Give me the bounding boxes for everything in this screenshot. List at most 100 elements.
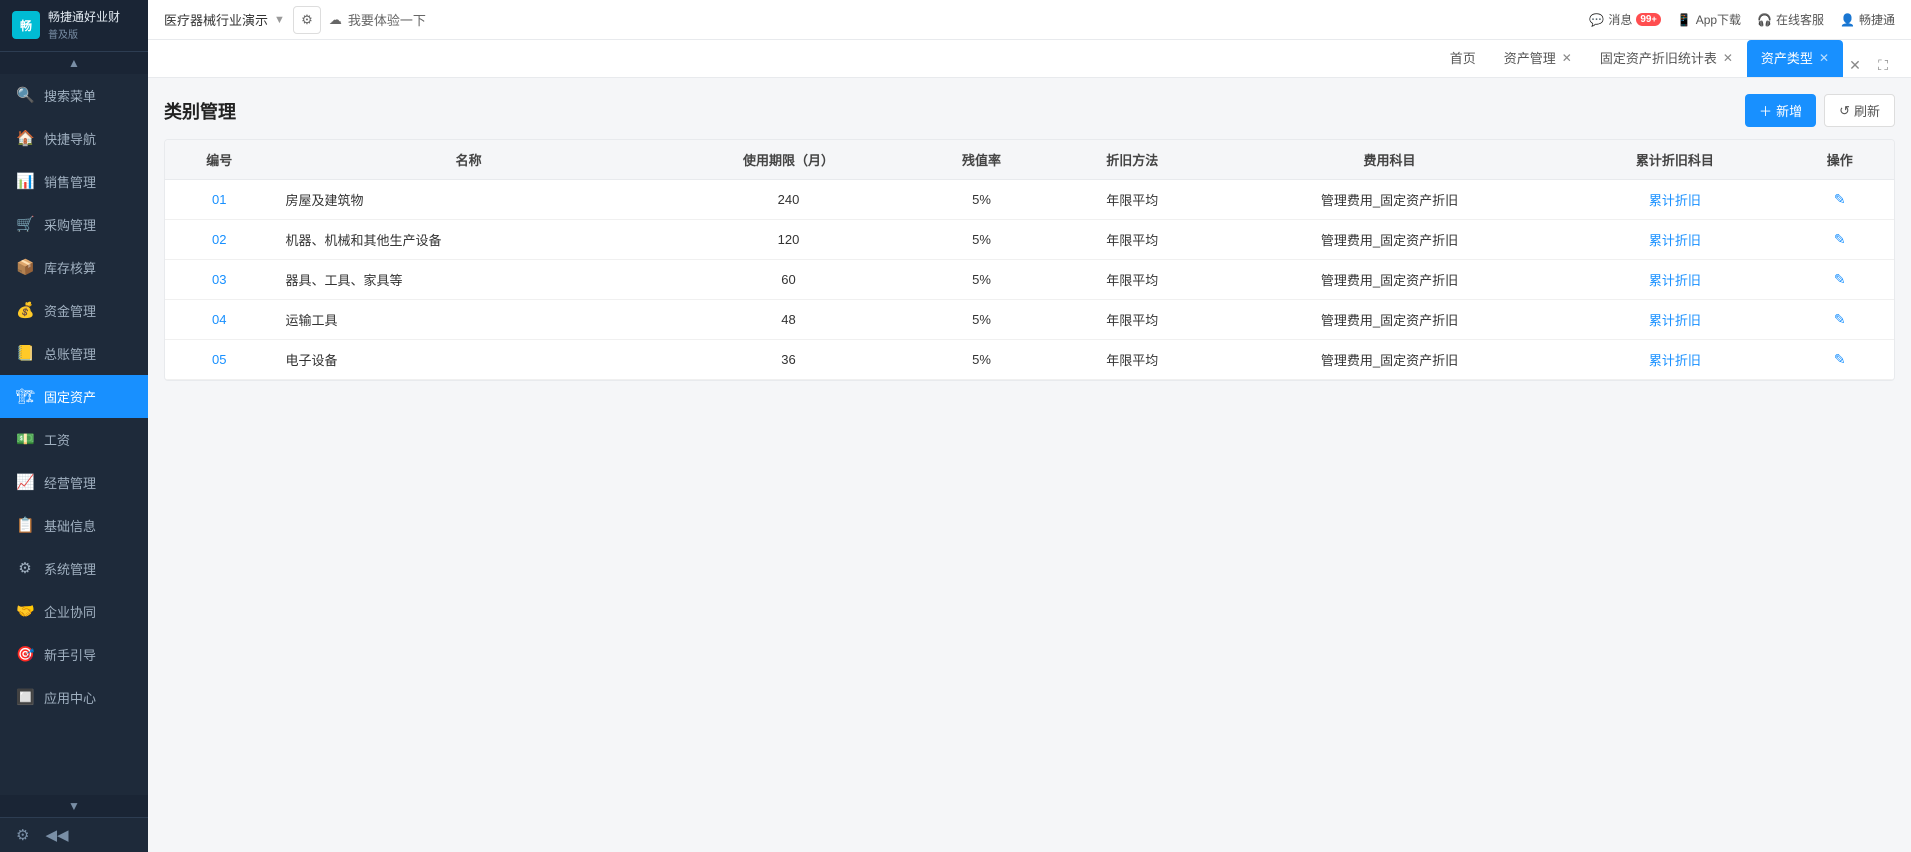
tab-close-asset-manage[interactable]: ✕ <box>1562 51 1572 65</box>
cell-months: 240 <box>664 180 913 220</box>
cell-accum[interactable]: 累计折旧 <box>1564 300 1785 340</box>
sidebar-item-search[interactable]: 🔍 搜索菜单 <box>0 74 148 117</box>
close-button[interactable]: ✕ <box>1843 53 1867 77</box>
sidebar-item-guide[interactable]: 🎯 新手引导 <box>0 633 148 676</box>
sidebar-footer: ⚙ ◀◀ <box>0 817 148 852</box>
nav-label-quicknav: 快捷导航 <box>44 129 96 148</box>
sidebar-item-ledger[interactable]: 📒 总账管理 <box>0 332 148 375</box>
headset-icon: 🎧 <box>1757 13 1772 27</box>
topbar: 医疗器械行业演示 ▼ ⚙ ☁ 我要体验一下 💬 消息 99+ 📱 App下载 <box>148 0 1911 40</box>
sidebar-item-operations[interactable]: 📈 经营管理 <box>0 461 148 504</box>
tab-label-asset-manage: 资产管理 <box>1504 48 1556 67</box>
cell-name: 机器、机械和其他生产设备 <box>273 220 663 260</box>
cell-accum[interactable]: 累计折旧 <box>1564 180 1785 220</box>
sidebar-item-enterprise[interactable]: 🤝 企业协同 <box>0 590 148 633</box>
nav-label-inventory: 库存核算 <box>44 258 96 277</box>
cell-name: 电子设备 <box>273 340 663 380</box>
cell-method: 年限平均 <box>1050 300 1215 340</box>
cell-method: 年限平均 <box>1050 260 1215 300</box>
sidebar-item-fixed-assets[interactable]: 🏗 固定资产 <box>0 375 148 418</box>
cell-id[interactable]: 05 <box>165 340 273 380</box>
table-row: 02机器、机械和其他生产设备1205%年限平均管理费用_固定资产折旧累计折旧✎ <box>165 220 1894 260</box>
cell-id[interactable]: 03 <box>165 260 273 300</box>
cell-edit[interactable]: ✎ <box>1785 260 1894 300</box>
cell-name: 房屋及建筑物 <box>273 180 663 220</box>
app-logo: 畅 <box>12 11 40 39</box>
page-title: 类别管理 <box>164 98 236 124</box>
cell-edit[interactable]: ✎ <box>1785 300 1894 340</box>
sidebar-item-sales[interactable]: 📊 销售管理 <box>0 160 148 203</box>
user-button[interactable]: 👤 畅捷通 <box>1840 11 1895 28</box>
cloud-icon: ☁ <box>329 12 342 28</box>
tab-label-asset-type: 资产类型 <box>1761 48 1813 67</box>
cell-id[interactable]: 01 <box>165 180 273 220</box>
sidebar-item-system[interactable]: ⚙ 系统管理 <box>0 547 148 590</box>
cell-accum[interactable]: 累计折旧 <box>1564 260 1785 300</box>
tab-asset-manage[interactable]: 资产管理 ✕ <box>1490 40 1586 77</box>
cell-edit[interactable]: ✎ <box>1785 220 1894 260</box>
cell-expense: 管理费用_固定资产折旧 <box>1215 180 1565 220</box>
tabs-bar: 首页资产管理 ✕ 固定资产折旧统计表 ✕ 资产类型 ✕ ✕ ⛶ <box>148 40 1911 78</box>
add-icon: ＋ <box>1759 101 1772 120</box>
cell-id[interactable]: 04 <box>165 300 273 340</box>
cell-edit[interactable]: ✎ <box>1785 180 1894 220</box>
settings-gear-button[interactable]: ⚙ <box>293 6 321 34</box>
scroll-down-button[interactable]: ▼ <box>0 795 148 817</box>
settings-footer-icon[interactable]: ⚙ <box>16 826 29 844</box>
messages-button[interactable]: 💬 消息 99+ <box>1589 11 1660 28</box>
table-header-cell: 名称 <box>273 140 663 180</box>
data-table: 编号名称使用期限（月）残值率折旧方法费用科目累计折旧科目操作 01房屋及建筑物2… <box>165 140 1894 380</box>
app-download-label: App下载 <box>1696 11 1741 28</box>
app-download-button[interactable]: 📱 App下载 <box>1677 11 1741 28</box>
cell-accum[interactable]: 累计折旧 <box>1564 220 1785 260</box>
table-row: 05电子设备365%年限平均管理费用_固定资产折旧累计折旧✎ <box>165 340 1894 380</box>
tab-home[interactable]: 首页 <box>1436 40 1490 77</box>
page-actions: ＋ 新增 ↺ 刷新 <box>1745 94 1895 127</box>
scroll-up-button[interactable]: ▲ <box>0 52 148 74</box>
app-edition: 普及版 <box>48 26 120 41</box>
nav-label-operations: 经营管理 <box>44 473 96 492</box>
tab-close-asset-type[interactable]: ✕ <box>1819 51 1829 65</box>
topbar-right: 💬 消息 99+ 📱 App下载 🎧 在线客服 👤 畅捷通 <box>1589 11 1895 28</box>
cell-expense: 管理费用_固定资产折旧 <box>1215 340 1565 380</box>
maximize-button[interactable]: ⛶ <box>1871 53 1895 77</box>
table-row: 01房屋及建筑物2405%年限平均管理费用_固定资产折旧累计折旧✎ <box>165 180 1894 220</box>
sidebar-item-salary[interactable]: 💵 工资 <box>0 418 148 461</box>
sidebar-item-purchase[interactable]: 🛒 采购管理 <box>0 203 148 246</box>
sidebar-item-inventory[interactable]: 📦 库存核算 <box>0 246 148 289</box>
sidebar-item-capital[interactable]: 💰 资金管理 <box>0 289 148 332</box>
nav-icon-operations: 📈 <box>16 473 34 491</box>
demo-label: 医疗器械行业演示 <box>164 10 268 29</box>
tab-asset-type[interactable]: 资产类型 ✕ <box>1747 40 1843 77</box>
table-body: 01房屋及建筑物2405%年限平均管理费用_固定资产折旧累计折旧✎02机器、机械… <box>165 180 1894 380</box>
online-service-button[interactable]: 🎧 在线客服 <box>1757 11 1824 28</box>
cell-id[interactable]: 02 <box>165 220 273 260</box>
tab-depreciation-table[interactable]: 固定资产折旧统计表 ✕ <box>1586 40 1747 77</box>
collapse-footer-icon[interactable]: ◀◀ <box>45 826 68 844</box>
add-button[interactable]: ＋ 新增 <box>1745 94 1816 127</box>
sidebar-item-basic-info[interactable]: 📋 基础信息 <box>0 504 148 547</box>
refresh-button[interactable]: ↺ 刷新 <box>1824 94 1895 127</box>
tab-close-depreciation-table[interactable]: ✕ <box>1723 51 1733 65</box>
sidebar-item-quicknav[interactable]: 🏠 快捷导航 <box>0 117 148 160</box>
content-area: 类别管理 ＋ 新增 ↺ 刷新 编号名称使用期限（月）残值率折旧方法费用科目累计折… <box>148 78 1911 852</box>
nav-icon-search: 🔍 <box>16 86 34 104</box>
nav-icon-system: ⚙ <box>16 559 34 577</box>
tab-label-depreciation-table: 固定资产折旧统计表 <box>1600 48 1717 67</box>
cell-residual: 5% <box>913 260 1050 300</box>
cell-edit[interactable]: ✎ <box>1785 340 1894 380</box>
demo-selector[interactable]: 医疗器械行业演示 ▼ <box>164 10 285 29</box>
table-header-cell: 使用期限（月） <box>664 140 913 180</box>
nav-label-fixed-assets: 固定资产 <box>44 387 96 406</box>
cell-expense: 管理费用_固定资产折旧 <box>1215 300 1565 340</box>
data-table-wrap: 编号名称使用期限（月）残值率折旧方法费用科目累计折旧科目操作 01房屋及建筑物2… <box>164 139 1895 381</box>
trial-button[interactable]: ☁ 我要体验一下 <box>329 10 426 29</box>
table-header-cell: 费用科目 <box>1215 140 1565 180</box>
sidebar-item-app-center[interactable]: 🔲 应用中心 <box>0 676 148 719</box>
online-service-label: 在线客服 <box>1776 11 1824 28</box>
phone-icon: 📱 <box>1677 13 1692 27</box>
cell-accum[interactable]: 累计折旧 <box>1564 340 1785 380</box>
nav-icon-enterprise: 🤝 <box>16 602 34 620</box>
topbar-left: 医疗器械行业演示 ▼ ⚙ ☁ 我要体验一下 <box>164 6 1577 34</box>
cell-expense: 管理费用_固定资产折旧 <box>1215 260 1565 300</box>
